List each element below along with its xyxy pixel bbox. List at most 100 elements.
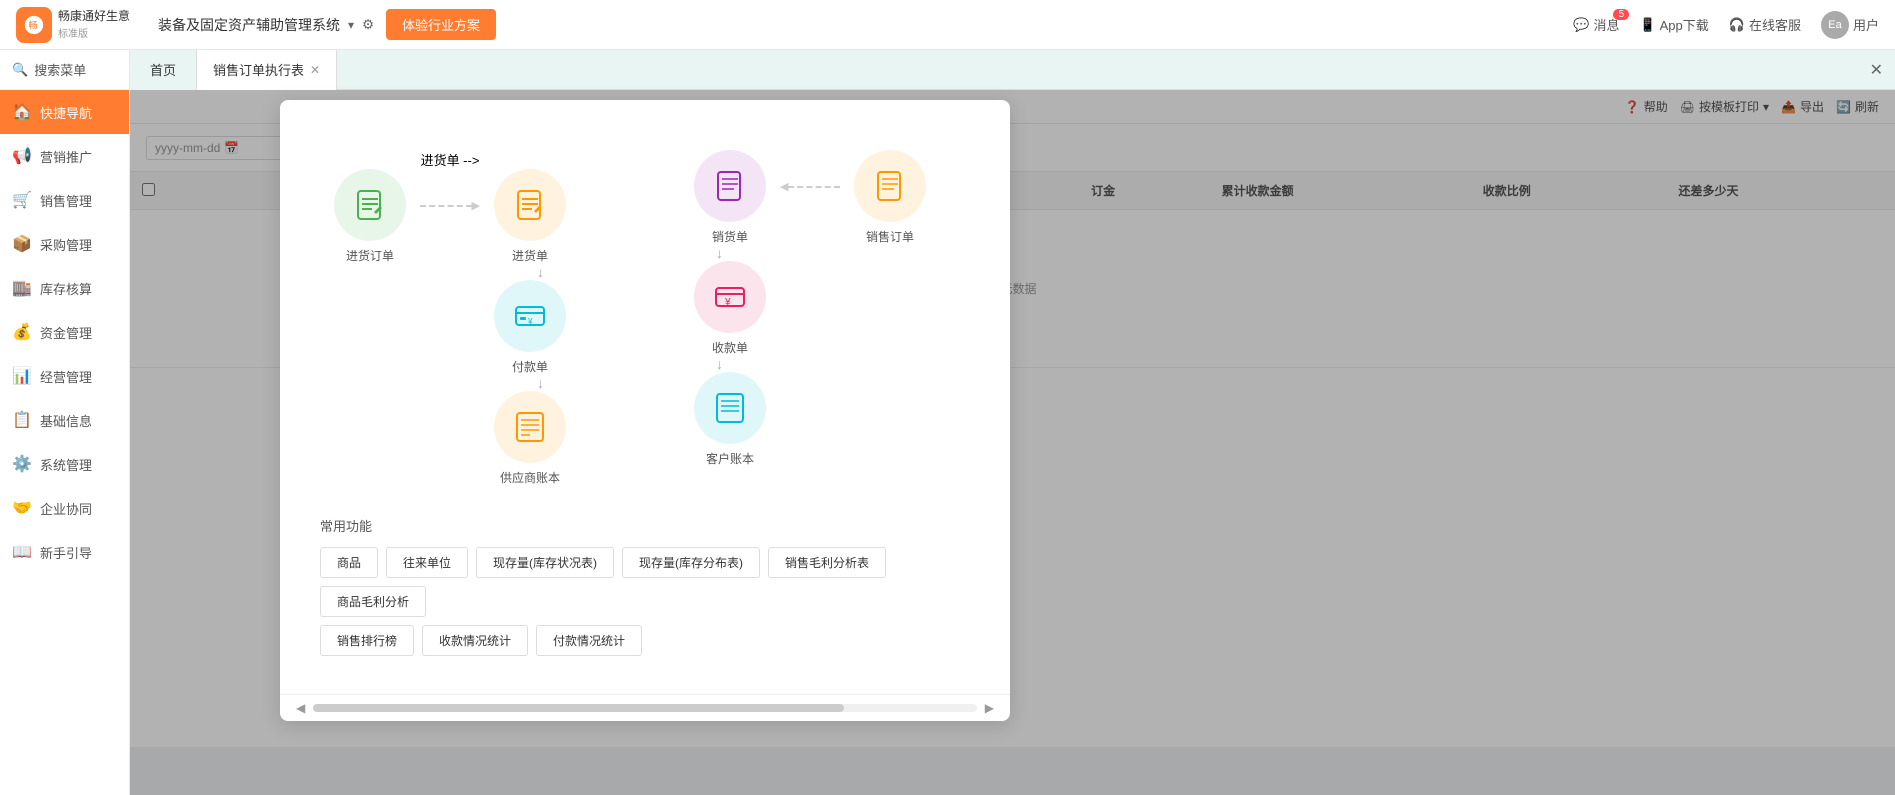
- top-right-row: 销货单 ◀: [680, 150, 940, 245]
- sidebar-item-finance[interactable]: 💰 资金管理: [0, 310, 129, 354]
- trial-btn[interactable]: 体验行业方案: [386, 9, 496, 40]
- func-btn-payment-stats[interactable]: 付款情况统计: [536, 625, 642, 656]
- func-btn-counterpart[interactable]: 往来单位: [386, 547, 468, 578]
- logo-sub: 标准版: [58, 25, 130, 40]
- system-title: 装备及固定资产辅助管理系统: [158, 15, 340, 35]
- customer-account-circle: [694, 372, 766, 444]
- logo-icon: 畅: [16, 7, 52, 43]
- receipt-row: ¥ 收款单: [680, 261, 940, 356]
- supplier-row: 供应商账本: [320, 391, 580, 486]
- sidebar-item-marketing[interactable]: 📢 营销推广: [0, 134, 129, 178]
- logo-area: 畅 畅康通好生意 标准版: [16, 7, 146, 43]
- sidebar-item-collab[interactable]: 🤝 企业协同: [0, 486, 129, 530]
- sale-bill-label: 销货单: [712, 228, 748, 245]
- content-area: 首页 销售订单执行表 ✕ ✕ ❓ 帮助 🖨 按: [130, 50, 1895, 795]
- common-functions: 常用功能 商品 往来单位 现存量(库存状况表) 现存量(库存分布表) 销售毛利分…: [320, 516, 970, 656]
- tab-close-btn[interactable]: ✕: [310, 63, 320, 77]
- node-customer-account[interactable]: 客户账本: [680, 372, 780, 467]
- func-btn-stock-status[interactable]: 现存量(库存状况表): [476, 547, 614, 578]
- flow-diagram: 进货单 --> 进货订单: [320, 130, 970, 506]
- top-left-row: 进货订单 ▶: [320, 169, 580, 264]
- func-btn-goods-profit[interactable]: 商品毛利分析: [320, 586, 426, 617]
- sidebar-label-newbie: 新手引导: [40, 543, 92, 562]
- user-avatar: Ea: [1821, 11, 1849, 39]
- tab-bar: 首页 销售订单执行表 ✕ ✕: [130, 50, 1895, 90]
- arrow-purchase-order-to-bill: ▶: [420, 199, 480, 234]
- purchase-bill-circle: [494, 169, 566, 241]
- tab-sales-order[interactable]: 销售订单执行表 ✕: [196, 50, 337, 90]
- sidebar-item-newbie[interactable]: 📖 新手引导: [0, 530, 129, 574]
- svg-text:畅: 畅: [29, 19, 38, 30]
- sidebar-label-marketing: 营销推广: [40, 147, 92, 166]
- node-supplier-account[interactable]: 供应商账本: [480, 391, 580, 486]
- sidebar-label-finance: 资金管理: [40, 323, 92, 342]
- node-receipt-bill[interactable]: ¥ 收款单: [680, 261, 780, 356]
- sidebar-item-inventory[interactable]: 🏬 库存核算: [0, 266, 129, 310]
- sidebar-label-system: 系统管理: [40, 455, 92, 474]
- user-name: 用户: [1853, 15, 1879, 34]
- sidebar-label-purchase: 采购管理: [40, 235, 92, 254]
- node-purchase-bill[interactable]: 进货单: [480, 169, 580, 264]
- sidebar-label-quick-nav: 快捷导航: [40, 103, 92, 122]
- page-content: ❓ 帮助 🖨 按模板打印 ▾ 📤 导出 🔄 刷新: [130, 90, 1895, 795]
- sidebar-item-system[interactable]: ⚙️ 系统管理: [0, 442, 129, 486]
- sidebar-item-sales[interactable]: 🛒 销售管理: [0, 178, 129, 222]
- func-btn-stock-dist[interactable]: 现存量(库存分布表): [622, 547, 760, 578]
- newbie-icon: 📖: [12, 542, 32, 562]
- system-dropdown-btn[interactable]: ▾: [348, 18, 354, 32]
- receipt-bill-circle: ¥: [694, 261, 766, 333]
- top-right: 💬 消息 5 📱 App下载 🎧 在线客服 Ea 用户: [1573, 11, 1879, 39]
- scrollbar-left-arrow[interactable]: ◀: [296, 701, 305, 715]
- supplier-account-label: 供应商账本: [500, 469, 560, 486]
- modal-scrollbar: ◀ ▶: [280, 694, 1010, 721]
- sale-order-circle: [854, 150, 926, 222]
- message-badge: 5: [1613, 9, 1629, 20]
- settings-icon-btn[interactable]: ⚙: [362, 17, 374, 33]
- inventory-icon: 🏬: [12, 278, 32, 298]
- node-purchase-order[interactable]: 进货订单: [320, 169, 420, 264]
- scrollbar-thumb[interactable]: [313, 704, 844, 712]
- left-flow-col: 进货单 --> 进货订单: [320, 150, 580, 486]
- svg-text:¥: ¥: [527, 317, 533, 326]
- sidebar-item-base-info[interactable]: 📋 基础信息: [0, 398, 129, 442]
- system-title-wrap: 装备及固定资产辅助管理系统 ▾ ⚙: [158, 15, 374, 35]
- system-icon: ⚙️: [12, 454, 32, 474]
- node-sale-bill[interactable]: 销货单: [680, 150, 780, 245]
- scrollbar-right-arrow[interactable]: ▶: [985, 701, 994, 715]
- collab-icon: 🤝: [12, 498, 32, 518]
- user-area[interactable]: Ea 用户: [1821, 11, 1879, 39]
- service-icon: 🎧: [1729, 17, 1745, 33]
- scrollbar-track[interactable]: [313, 704, 977, 712]
- down-arrow-receipt: ↓: [680, 356, 940, 372]
- sidebar-label-operations: 经营管理: [40, 367, 92, 386]
- sidebar-item-operations[interactable]: 📊 经营管理: [0, 354, 129, 398]
- modal-overlay[interactable]: 进货单 --> 进货订单: [130, 90, 1895, 795]
- down-arrow-sale-bill: ↓: [680, 245, 940, 261]
- close-all-tabs-btn[interactable]: ✕: [1858, 60, 1895, 80]
- func-btns-row2: 销售排行榜 收款情况统计 付款情况统计: [320, 625, 970, 656]
- sidebar-search-btn[interactable]: 🔍 搜索菜单: [0, 50, 129, 90]
- down-arrow-payment: ↓: [320, 375, 580, 391]
- home-icon: 🏠: [12, 102, 32, 122]
- purchase-order-circle: [334, 169, 406, 241]
- node-payment-bill[interactable]: ¥ 付款单: [480, 280, 580, 375]
- purchase-bill-label: 进货单: [512, 247, 548, 264]
- tab-home[interactable]: 首页: [130, 50, 196, 90]
- sidebar-item-purchase[interactable]: 📦 采购管理: [0, 222, 129, 266]
- tab-label-sales-order: 销售订单执行表: [213, 60, 304, 79]
- func-btn-sale-profit[interactable]: 销售毛利分析表: [768, 547, 886, 578]
- node-sale-order[interactable]: 销售订单: [840, 150, 940, 245]
- receipt-bill-label: 收款单: [712, 339, 748, 356]
- online-service-btn[interactable]: 🎧 在线客服: [1729, 15, 1801, 34]
- func-btn-goods[interactable]: 商品: [320, 547, 378, 578]
- supplier-account-circle: [494, 391, 566, 463]
- online-service-label: 在线客服: [1749, 15, 1801, 34]
- search-label: 搜索菜单: [34, 60, 86, 79]
- message-btn[interactable]: 💬 消息 5: [1573, 15, 1619, 34]
- sidebar-item-quick-nav[interactable]: 🏠 快捷导航: [0, 90, 129, 134]
- logo-text: 畅康通好生意: [58, 9, 130, 25]
- func-btn-receipt-stats[interactable]: 收款情况统计: [422, 625, 528, 656]
- purchase-icon: 📦: [12, 234, 32, 254]
- func-btn-sale-rank[interactable]: 销售排行榜: [320, 625, 414, 656]
- app-download-btn[interactable]: 📱 App下载: [1639, 15, 1708, 34]
